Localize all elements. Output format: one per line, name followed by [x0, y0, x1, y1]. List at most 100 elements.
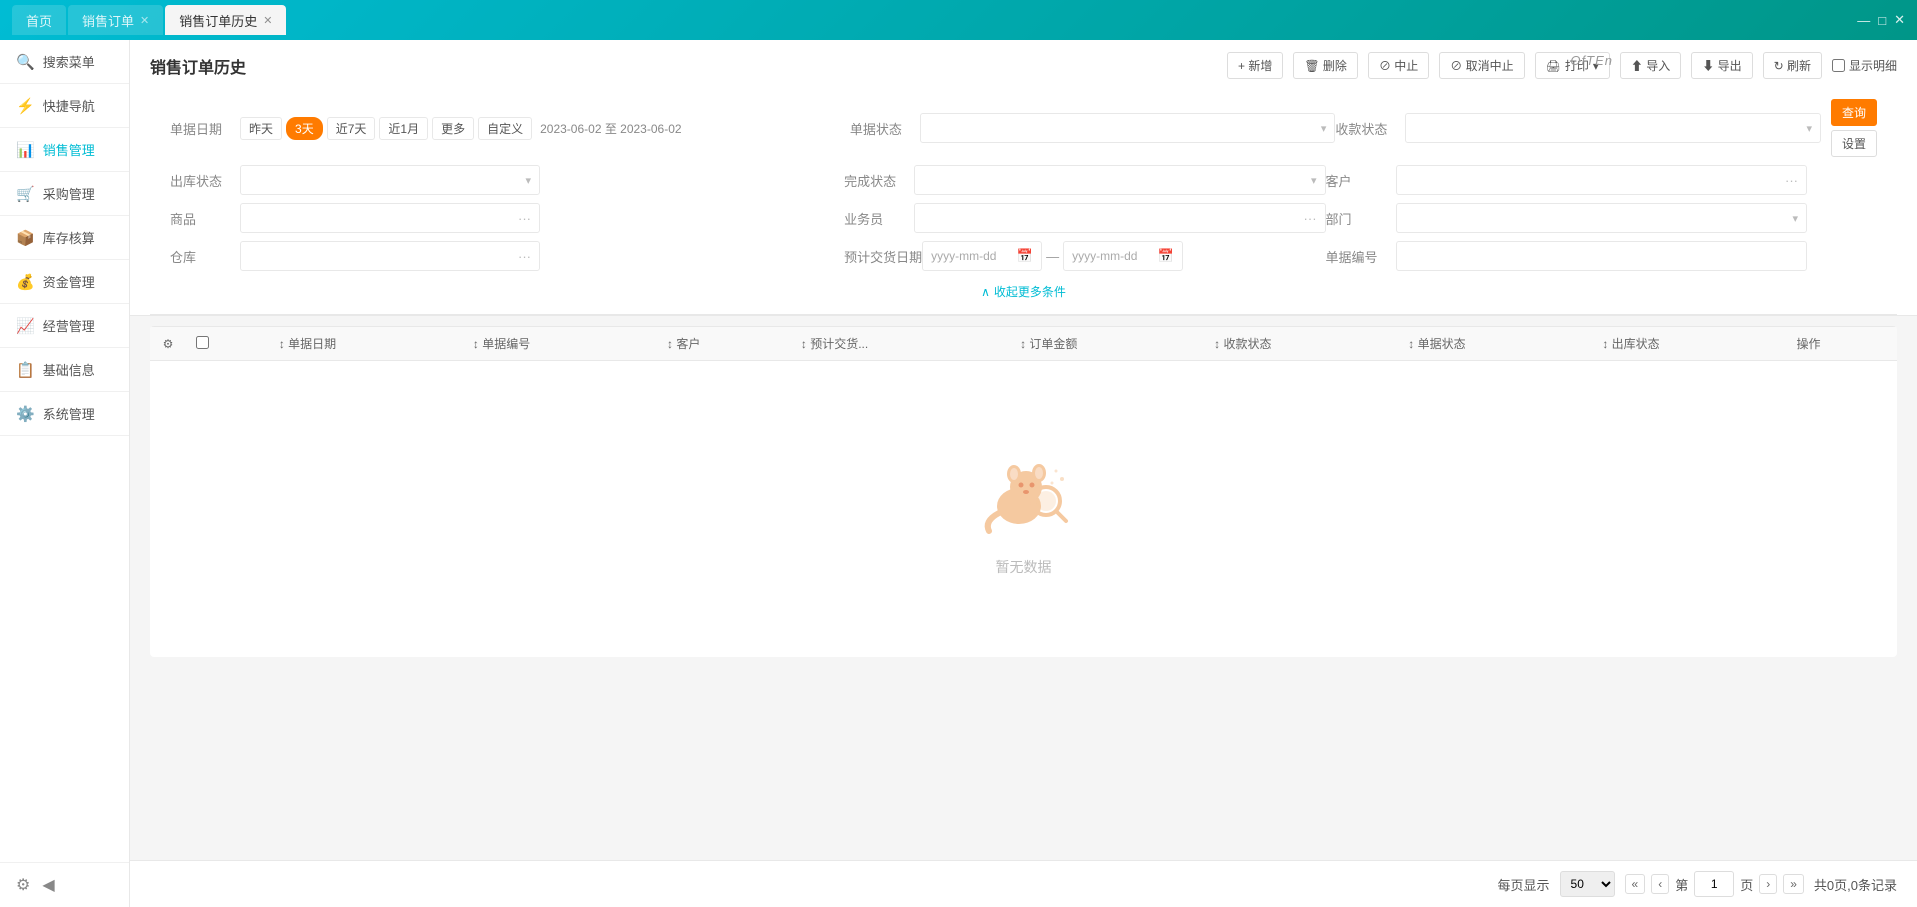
maximize-btn[interactable]: □: [1878, 13, 1886, 28]
date-btn-yesterday[interactable]: 昨天: [240, 117, 282, 140]
expected-date-start[interactable]: yyyy-mm-dd 📅: [922, 241, 1042, 271]
sidebar-settings-icon[interactable]: ⚙: [16, 875, 30, 895]
empty-icon: [974, 441, 1074, 541]
department-label: 部门: [1326, 209, 1396, 228]
page-nav: « ‹ 第 页 › »: [1625, 871, 1804, 897]
date-btn-more[interactable]: 更多: [432, 117, 474, 140]
empty-text: 暂无数据: [996, 557, 1052, 577]
close-btn[interactable]: ✕: [1894, 12, 1905, 28]
filter-area: 单据日期 昨天 3天 近7天 近1月 更多 自定义 2023-06-02 至 2…: [150, 89, 1897, 315]
filter-row-2: 出库状态 ▾ 完成状态 ▾ 客户: [170, 165, 1877, 195]
first-page-button[interactable]: «: [1625, 874, 1646, 894]
page-size-select[interactable]: 50 10 20 100: [1560, 871, 1615, 897]
tabs-area: 首页 销售订单 ✕ 销售订单历史 ✕: [12, 5, 286, 35]
sidebar-item-system-mgmt-label: 系统管理: [43, 404, 95, 423]
delete-button[interactable]: 🗑 删除: [1293, 52, 1358, 79]
sidebar-item-sales-mgmt[interactable]: 📊 销售管理: [0, 128, 129, 172]
col-payment-status-label: ↕ 收款状态: [1214, 337, 1271, 351]
col-customer[interactable]: ↕ 客户: [657, 327, 791, 361]
col-settings[interactable]: ⚙: [150, 327, 186, 361]
data-table: ⚙ ↕ 单据日期 ↕ 单据编号 ↕ 客户 ↕ 预计交货...: [150, 326, 1897, 657]
goods-more-icon: ···: [518, 211, 531, 226]
export-button[interactable]: ⬇ 导出: [1691, 52, 1752, 79]
sidebar-item-basic-info[interactable]: 📋 基础信息: [0, 348, 129, 392]
tab-sales-order-history-close[interactable]: ✕: [263, 14, 272, 27]
col-order-amount-label: ↕ 订单金额: [1020, 337, 1077, 351]
sidebar-item-finance-mgmt[interactable]: 💰 资金管理: [0, 260, 129, 304]
filter-item-payment-status: 收款状态 ▾: [1335, 113, 1821, 143]
tab-sales-order[interactable]: 销售订单 ✕: [68, 5, 163, 35]
col-checkbox[interactable]: [186, 327, 269, 361]
warehouse-control[interactable]: ···: [240, 241, 540, 271]
new-button[interactable]: + 新增: [1227, 52, 1283, 79]
completion-status-control[interactable]: ▾: [914, 165, 1325, 195]
sidebar-item-quick-nav[interactable]: ⚡ 快捷导航: [0, 84, 129, 128]
refresh-button[interactable]: ↻ 刷新: [1763, 52, 1822, 79]
salesperson-label: 业务员: [844, 209, 914, 228]
window-controls: — □ ✕: [1857, 12, 1905, 28]
filter-row-3: 商品 ··· 业务员 ··· 部门: [170, 203, 1877, 233]
sidebar-item-inventory[interactable]: 📦 库存核算: [0, 216, 129, 260]
show-details-input[interactable]: [1832, 59, 1845, 72]
order-status-control[interactable]: ▾: [920, 113, 1336, 143]
col-delivery-status[interactable]: ↕ 出库状态: [1592, 327, 1786, 361]
col-order-status[interactable]: ↕ 单据状态: [1398, 327, 1592, 361]
page-number-input[interactable]: [1694, 871, 1734, 897]
stop-button[interactable]: ⊘ 中止: [1368, 52, 1429, 79]
col-expected-delivery[interactable]: ↕ 预计交货...: [791, 327, 1010, 361]
delivery-status-control[interactable]: ▾: [240, 165, 540, 195]
col-expected-delivery-label: ↕ 预计交货...: [801, 337, 868, 351]
delivery-status-dropdown-arrow: ▾: [525, 174, 531, 187]
basic-info-icon: 📋: [16, 361, 35, 379]
goods-control[interactable]: ···: [240, 203, 540, 233]
filter-item-date: 单据日期 昨天 3天 近7天 近1月 更多 自定义 2023-06-02 至 2…: [170, 117, 850, 140]
expected-date-end[interactable]: yyyy-mm-dd 📅: [1063, 241, 1183, 271]
salesperson-control[interactable]: ···: [914, 203, 1325, 233]
tab-home-label: 首页: [26, 11, 52, 30]
sidebar-item-sales-mgmt-label: 销售管理: [43, 140, 95, 159]
query-settings-group: 查询 设置: [1831, 99, 1877, 157]
col-payment-status[interactable]: ↕ 收款状态: [1204, 327, 1398, 361]
date-btn-3days[interactable]: 3天: [286, 117, 323, 140]
order-number-control[interactable]: [1396, 241, 1807, 271]
tab-home[interactable]: 首页: [12, 5, 66, 35]
minimize-btn[interactable]: —: [1857, 13, 1870, 28]
filter-item-expected-delivery: 预计交货日期 yyyy-mm-dd 📅 — yyyy-mm-dd 📅: [844, 241, 1325, 271]
sidebar-collapse-icon[interactable]: ◀: [42, 875, 54, 895]
prev-page-button[interactable]: ‹: [1651, 874, 1669, 894]
show-details-checkbox[interactable]: 显示明细: [1832, 57, 1897, 74]
last-page-button[interactable]: »: [1783, 874, 1804, 894]
sidebar-item-quick-nav-label: 快捷导航: [43, 96, 95, 115]
col-date[interactable]: ↕ 单据日期: [269, 327, 463, 361]
sidebar-item-search-menu[interactable]: 🔍 搜索菜单: [0, 40, 129, 84]
settings-button[interactable]: 设置: [1831, 130, 1877, 157]
expected-date-group: yyyy-mm-dd 📅 — yyyy-mm-dd 📅: [922, 241, 1325, 271]
customer-control[interactable]: ···: [1396, 165, 1807, 195]
page-unit: 页: [1740, 875, 1753, 894]
tab-sales-order-close[interactable]: ✕: [140, 14, 149, 27]
cancel-stop-button[interactable]: ⊘ 取消中止: [1439, 52, 1524, 79]
print-icon: 🖨: [1546, 59, 1561, 73]
sidebar-item-system-mgmt[interactable]: ⚙️ 系统管理: [0, 392, 129, 436]
col-number[interactable]: ↕ 单据编号: [463, 327, 657, 361]
col-order-amount[interactable]: ↕ 订单金额: [1010, 327, 1204, 361]
delivery-status-label: 出库状态: [170, 171, 240, 190]
query-button[interactable]: 查询: [1831, 99, 1877, 126]
import-button[interactable]: ⬆ 导入: [1620, 52, 1681, 79]
sidebar-item-purchase-mgmt[interactable]: 🛒 采购管理: [0, 172, 129, 216]
date-btn-1month[interactable]: 近1月: [379, 117, 428, 140]
page-header: 销售订单历史 + 新增 🗑 删除 ⊘ 中止 ⊘ 取消中止 🖨 打印 ▾ ⬆ 导入…: [130, 40, 1917, 316]
date-btn-7days[interactable]: 近7天: [327, 117, 376, 140]
sidebar: 🔍 搜索菜单 ⚡ 快捷导航 📊 销售管理 🛒 采购管理 📦 库存核算 💰 资金管…: [0, 40, 130, 907]
sidebar-item-purchase-mgmt-label: 采购管理: [43, 184, 95, 203]
tab-sales-order-history-label: 销售订单历史: [179, 11, 257, 30]
department-control[interactable]: ▾: [1396, 203, 1807, 233]
sidebar-item-operation-mgmt[interactable]: 📈 经营管理: [0, 304, 129, 348]
select-all-checkbox[interactable]: [196, 336, 209, 349]
next-page-button[interactable]: ›: [1759, 874, 1777, 894]
date-label: 单据日期: [170, 119, 240, 138]
collapse-button[interactable]: ∧ 收起更多条件: [981, 283, 1066, 300]
payment-status-control[interactable]: ▾: [1405, 113, 1821, 143]
tab-sales-order-history[interactable]: 销售订单历史 ✕: [165, 5, 286, 35]
date-btn-custom[interactable]: 自定义: [478, 117, 532, 140]
